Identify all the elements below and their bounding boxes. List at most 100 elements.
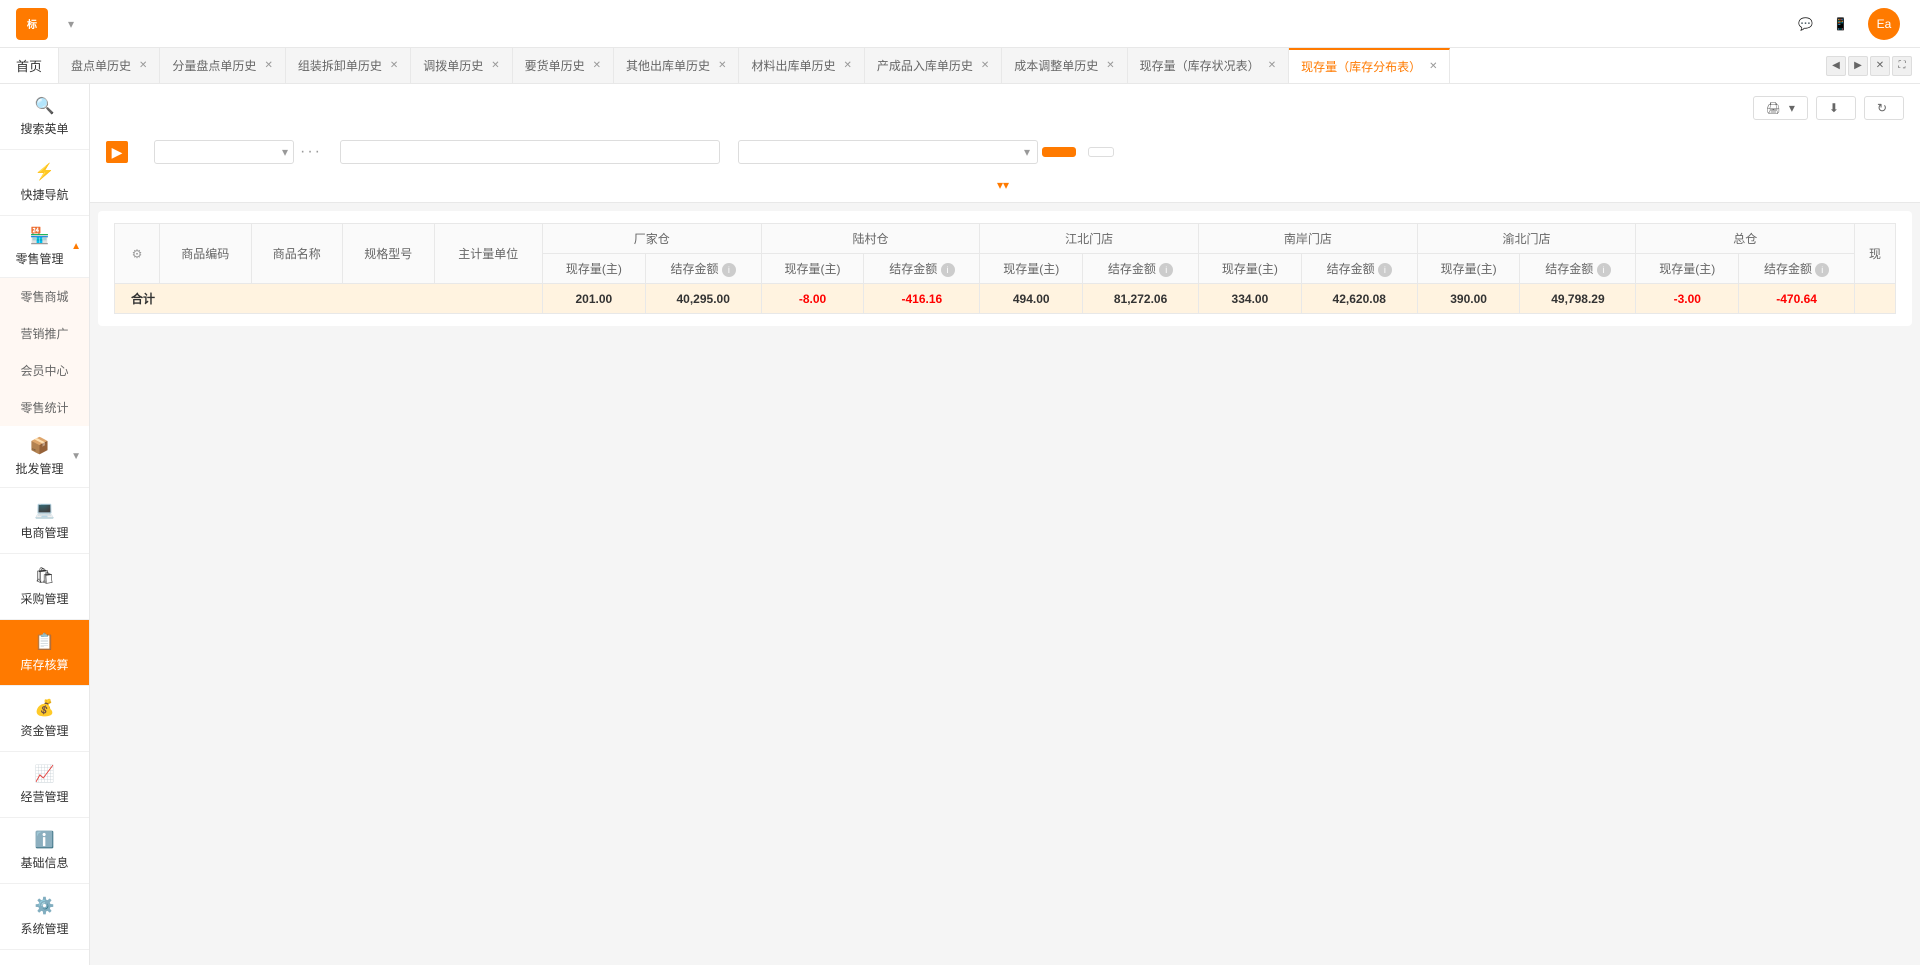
data-table: ⚙ 商品编码 商品名称 规格型号 主计量单位 厂家仓 陆村仓 江北门店 南岸门店… bbox=[114, 223, 1896, 314]
sum-extra bbox=[1855, 284, 1896, 314]
user-avatar: Ea bbox=[1868, 8, 1900, 40]
tab-prev-btn[interactable]: ◀ bbox=[1826, 56, 1846, 76]
tab-stock-distribution[interactable]: 现存量（库存分布表） ✕ bbox=[1289, 48, 1450, 84]
settings-col-header: ⚙ bbox=[115, 224, 160, 284]
sidebar-item-shortcuts[interactable]: ⚡ 快捷导航 bbox=[0, 150, 89, 216]
tab-close-icon[interactable]: ✕ bbox=[139, 60, 147, 71]
sum-tot-amt: -470.64 bbox=[1739, 284, 1855, 314]
tot-info-icon[interactable]: i bbox=[1815, 263, 1829, 277]
tab-product-inbound[interactable]: 产成品入库单历史 ✕ bbox=[865, 48, 1002, 84]
subtitle-dropdown[interactable]: ▾ bbox=[68, 17, 74, 31]
settings-button[interactable] bbox=[1088, 147, 1114, 157]
tab-transfer-history[interactable]: 调拨单历史 ✕ bbox=[411, 48, 512, 84]
tot-qty-header: 现存量(主) bbox=[1636, 254, 1739, 284]
tab-close-icon[interactable]: ✕ bbox=[264, 60, 272, 71]
tab-expand-btn[interactable]: ⛶ bbox=[1892, 56, 1912, 76]
na-qty-header: 现存量(主) bbox=[1199, 254, 1302, 284]
sidebar-item-wholesale[interactable]: 📦 批发管理 ▼ bbox=[0, 426, 89, 488]
color-select[interactable] bbox=[738, 140, 1038, 164]
sum-land-amt: -416.16 bbox=[864, 284, 980, 314]
info-icon: ℹ️ bbox=[8, 830, 81, 850]
sidebar-item-retail-stats[interactable]: 零售统计 bbox=[0, 389, 89, 426]
ecommerce-icon: 💻 bbox=[8, 500, 81, 520]
jb-info-icon[interactable]: i bbox=[1159, 263, 1173, 277]
fac-info-icon[interactable]: i bbox=[722, 263, 736, 277]
tab-outbound-history[interactable]: 其他出库单历史 ✕ bbox=[614, 48, 739, 84]
code-col-header: 商品编码 bbox=[160, 224, 252, 284]
sidebar-item-system[interactable]: ⚙️ 系统管理 bbox=[0, 884, 89, 950]
warehouse-input[interactable] bbox=[154, 140, 294, 164]
tab-home[interactable]: 首页 bbox=[0, 48, 59, 84]
sidebar-item-retail-store[interactable]: 零售商城 bbox=[0, 278, 89, 315]
yb-info-icon[interactable]: i bbox=[1597, 263, 1611, 277]
tab-close-icon[interactable]: ✕ bbox=[593, 60, 601, 71]
sidebar-item-finance[interactable]: 💰 资金管理 bbox=[0, 686, 89, 752]
tab-close-icon[interactable]: ✕ bbox=[1106, 60, 1114, 71]
tab-close-icon[interactable]: ✕ bbox=[390, 60, 398, 71]
sum-fac-qty: 201.00 bbox=[542, 284, 645, 314]
sidebar-item-purchase[interactable]: 🛍 采购管理 bbox=[0, 554, 89, 620]
tab-close-icon[interactable]: ✕ bbox=[843, 60, 851, 71]
tab-bar-inner: 首页 盘点单历史 ✕ 分量盘点单历史 ✕ 组装拆卸单历史 ✕ 调拨单历史 ✕ 要… bbox=[0, 48, 1818, 84]
refresh-button[interactable]: ↻ bbox=[1864, 96, 1904, 120]
tot-amt-header: 结存金额 i bbox=[1739, 254, 1855, 284]
fac-qty-header: 现存量(主) bbox=[542, 254, 645, 284]
tab-next-btn[interactable]: ▶ bbox=[1848, 56, 1868, 76]
na-info-icon[interactable]: i bbox=[1378, 263, 1392, 277]
messages-btn[interactable]: 💬 bbox=[1798, 17, 1817, 31]
warehouse-dots[interactable]: ··· bbox=[300, 143, 322, 161]
tab-close-all-btn[interactable]: ✕ bbox=[1870, 56, 1890, 76]
top-bar: 标 ▾ 💬 📱 Ea bbox=[0, 0, 1920, 48]
tab-close-icon[interactable]: ✕ bbox=[718, 60, 726, 71]
tab-close-icon[interactable]: ✕ bbox=[1268, 60, 1276, 71]
sum-jb-qty: 494.00 bbox=[980, 284, 1083, 314]
sidebar-item-management[interactable]: 📈 经营管理 bbox=[0, 752, 89, 818]
expand-arrow-btn[interactable]: ▶ bbox=[106, 141, 128, 163]
sidebar-item-inventory[interactable]: 📋 库存核算 bbox=[0, 620, 89, 686]
sidebar-item-basic-info[interactable]: ℹ️ 基础信息 bbox=[0, 818, 89, 884]
table-container: ⚙ 商品编码 商品名称 规格型号 主计量单位 厂家仓 陆村仓 江北门店 南岸门店… bbox=[98, 211, 1912, 326]
sidebar-item-member[interactable]: 会员中心 bbox=[0, 352, 89, 389]
tab-order-history[interactable]: 要货单历史 ✕ bbox=[513, 48, 614, 84]
inventory-icon: 📋 bbox=[8, 632, 81, 652]
yb-qty-header: 现存量(主) bbox=[1417, 254, 1520, 284]
sum-tot-qty: -3.00 bbox=[1636, 284, 1739, 314]
search-icon: 🔍 bbox=[8, 96, 81, 116]
sidebar-item-enterprise[interactable]: 🤝 企业协同 bbox=[0, 950, 89, 965]
management-icon: 📈 bbox=[8, 764, 81, 784]
sidebar-item-marketing[interactable]: 营销推广 bbox=[0, 315, 89, 352]
tab-close-icon[interactable]: ✕ bbox=[981, 60, 989, 71]
tab-stock-status[interactable]: 现存量（库存状况表） ✕ bbox=[1128, 48, 1289, 84]
sum-na-amt: 42,620.08 bbox=[1301, 284, 1417, 314]
tab-assembly-history[interactable]: 组装拆卸单历史 ✕ bbox=[286, 48, 411, 84]
land-amt-header: 结存金额 i bbox=[864, 254, 980, 284]
sum-jb-amt: 81,272.06 bbox=[1083, 284, 1199, 314]
tab-bar: 首页 盘点单历史 ✕ 分量盘点单历史 ✕ 组装拆卸单历史 ✕ 调拨单历史 ✕ 要… bbox=[0, 48, 1920, 84]
sidebar-item-retail[interactable]: 🏪 零售管理 ▲ bbox=[0, 216, 89, 278]
download-icon: 📱 bbox=[1833, 17, 1848, 31]
tab-cost-adjust[interactable]: 成本调整单历史 ✕ bbox=[1002, 48, 1127, 84]
user-area[interactable]: Ea bbox=[1868, 8, 1904, 40]
total-header: 总仓 bbox=[1636, 224, 1855, 254]
export-button[interactable]: ⬇ bbox=[1816, 96, 1856, 120]
expand-more-btn[interactable]: ▾▾ bbox=[997, 178, 1013, 192]
tab-close-icon[interactable]: ✕ bbox=[491, 60, 499, 71]
tab-material-outbound[interactable]: 材料出库单历史 ✕ bbox=[739, 48, 864, 84]
tab-inventory-history[interactable]: 盘点单历史 ✕ bbox=[59, 48, 160, 84]
land-info-icon[interactable]: i bbox=[941, 263, 955, 277]
sidebar-item-ecommerce[interactable]: 💻 电商管理 bbox=[0, 488, 89, 554]
sidebar-item-search[interactable]: 🔍 搜索英单 bbox=[0, 84, 89, 150]
color-filter bbox=[732, 140, 1030, 164]
finance-icon: 💰 bbox=[8, 698, 81, 718]
tab-portion-history[interactable]: 分量盘点单历史 ✕ bbox=[160, 48, 285, 84]
unit-col-header: 主计量单位 bbox=[434, 224, 542, 284]
tab-close-active-icon[interactable]: ✕ bbox=[1429, 61, 1437, 72]
print-button[interactable]: 🖨 ▾ bbox=[1753, 96, 1808, 120]
table-settings-icon[interactable]: ⚙ bbox=[123, 240, 151, 268]
filter-row: ▶ ··· bbox=[106, 130, 1904, 174]
app-download-btn[interactable]: 📱 bbox=[1833, 17, 1852, 31]
warehouse-filter: ··· bbox=[148, 140, 322, 164]
goods-input[interactable] bbox=[340, 140, 720, 164]
query-button[interactable] bbox=[1042, 147, 1076, 157]
filter-expand-row: ▾▾ bbox=[106, 174, 1904, 202]
